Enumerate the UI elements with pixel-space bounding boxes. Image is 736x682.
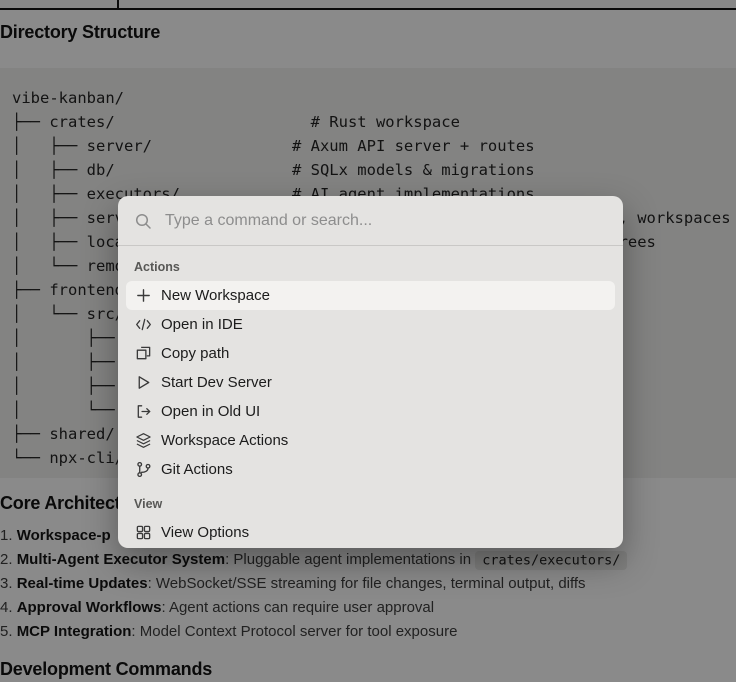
command-search-input[interactable] xyxy=(163,210,607,231)
menu-item-label: Start Dev Server xyxy=(161,374,272,391)
menu-item-label: Git Actions xyxy=(161,461,233,478)
menu-item-copy-path[interactable]: Copy path xyxy=(126,339,615,368)
command-palette: Actions New Workspace Open in IDE xyxy=(118,196,623,548)
menu-item-label: View Options xyxy=(161,524,250,541)
menu-item-label: Workspace Actions xyxy=(161,432,289,449)
menu-item-start-dev-server[interactable]: Start Dev Server xyxy=(126,368,615,397)
code-icon xyxy=(135,316,152,333)
menu-item-workspace-actions[interactable]: Workspace Actions xyxy=(126,426,615,455)
menu-item-new-workspace[interactable]: New Workspace xyxy=(126,281,615,310)
palette-search-bar xyxy=(118,196,623,246)
menu-item-git-actions[interactable]: Git Actions xyxy=(126,455,615,484)
plus-icon xyxy=(135,287,152,304)
section-label-actions: Actions xyxy=(134,260,180,274)
menu-item-open-in-ide[interactable]: Open in IDE xyxy=(126,310,615,339)
exit-icon xyxy=(135,403,152,420)
menu-item-label: Open in Old UI xyxy=(161,403,261,420)
menu-item-label: New Workspace xyxy=(161,287,270,304)
git-branch-icon xyxy=(135,461,152,478)
menu-item-open-in-old-ui[interactable]: Open in Old UI xyxy=(126,397,615,426)
palette-results: Actions New Workspace Open in IDE Copy p… xyxy=(118,246,623,548)
play-icon xyxy=(135,374,152,391)
copy-icon xyxy=(135,345,152,362)
menu-item-label: Open in IDE xyxy=(161,316,243,333)
grid-icon xyxy=(135,524,152,541)
menu-item-view-options[interactable]: View Options xyxy=(126,518,615,547)
search-icon xyxy=(134,212,152,230)
section-label-view: View xyxy=(134,497,163,511)
layers-icon xyxy=(135,432,152,449)
menu-item-label: Copy path xyxy=(161,345,230,362)
